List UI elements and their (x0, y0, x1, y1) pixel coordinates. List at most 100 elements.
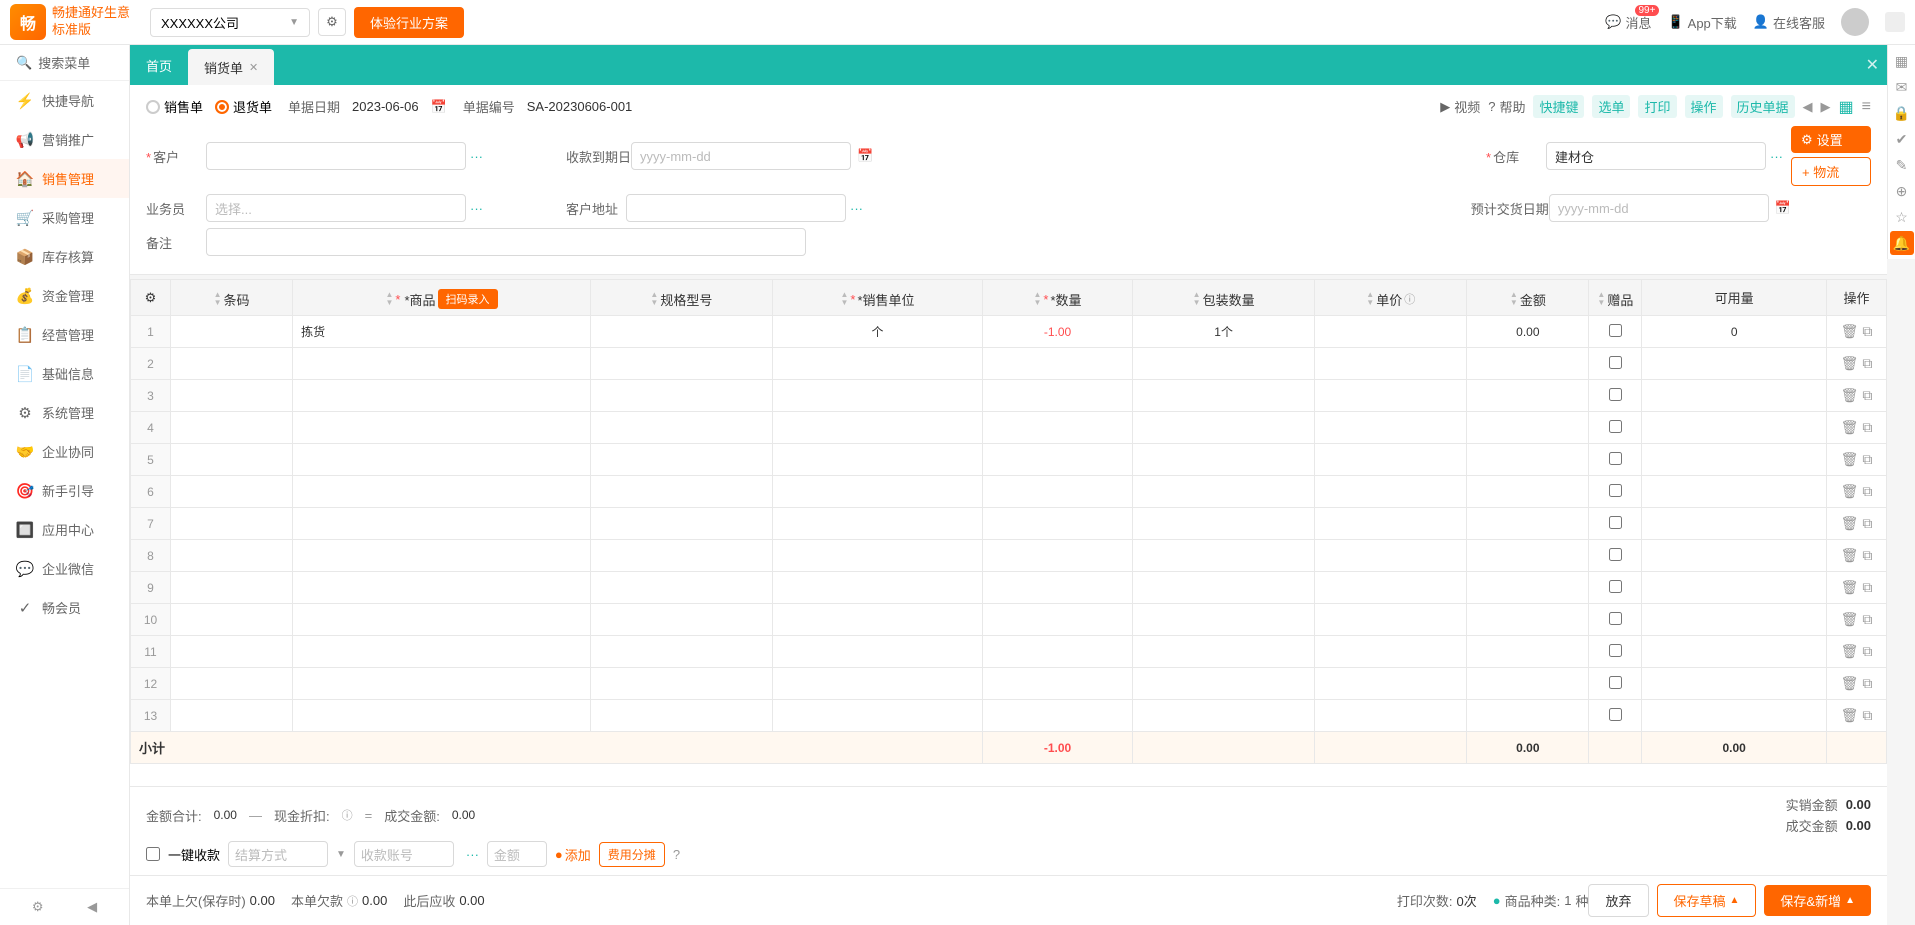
delete-row-icon[interactable]: 🗑 (1841, 515, 1859, 532)
qty-sort-icon[interactable]: ▲▼ (1034, 291, 1042, 307)
unit-sort-icon[interactable]: ▲▼ (840, 291, 848, 307)
row-spec[interactable] (590, 316, 772, 348)
price-help-icon[interactable]: ⓘ (1404, 291, 1415, 307)
row-amount[interactable] (1467, 700, 1589, 732)
radio-sales[interactable]: 销售单 (146, 97, 203, 116)
row-pkg-qty[interactable] (1133, 636, 1315, 668)
sidebar-item-system[interactable]: ⚙ 系统管理 (0, 393, 129, 432)
discard-button[interactable]: 放弃 (1588, 884, 1648, 917)
expense-split-button[interactable]: 费用分摊 (599, 842, 665, 867)
row-price[interactable] (1315, 412, 1467, 444)
row-gift[interactable] (1589, 604, 1642, 636)
customer-more-icon[interactable]: ··· (470, 149, 483, 164)
copy-row-icon[interactable]: ⧉ (1862, 707, 1872, 724)
row-amount[interactable] (1467, 508, 1589, 540)
delete-row-icon[interactable]: 🗑 (1841, 387, 1859, 404)
row-barcode[interactable] (171, 540, 293, 572)
row-unit[interactable] (772, 348, 982, 380)
right-icon-grid[interactable]: ▦ (1890, 49, 1914, 73)
sidebar-collapse-icon[interactable]: ◀ (87, 899, 97, 915)
warehouse-input[interactable]: 建材仓 (1546, 142, 1766, 170)
row-price[interactable] (1315, 444, 1467, 476)
sidebar-item-sales[interactable]: 🏠 销售管理 (0, 159, 129, 198)
due-date-input[interactable]: yyyy-mm-dd (631, 142, 851, 170)
row-product[interactable] (293, 444, 591, 476)
sidebar-item-member[interactable]: ✓ 畅会员 (0, 588, 129, 627)
sidebar-item-finance[interactable]: 💰 资金管理 (0, 276, 129, 315)
row-product[interactable]: 拣货 (293, 316, 591, 348)
row-barcode[interactable] (171, 636, 293, 668)
row-pkg-qty[interactable] (1133, 572, 1315, 604)
barcode-sort-icon[interactable]: ▲▼ (214, 291, 222, 307)
row-amount[interactable] (1467, 572, 1589, 604)
row-spec[interactable] (590, 348, 772, 380)
row-quantity[interactable]: -1.00 (983, 316, 1133, 348)
settings-button[interactable]: ⚙ (318, 8, 346, 36)
user-avatar-extra[interactable] (1885, 12, 1905, 32)
row-quantity[interactable] (983, 412, 1133, 444)
notes-input[interactable] (206, 228, 806, 256)
amount-sort-icon[interactable]: ▲▼ (1510, 291, 1518, 307)
row-unit[interactable] (772, 572, 982, 604)
row-pkg-qty[interactable] (1133, 508, 1315, 540)
row-spec[interactable] (590, 668, 772, 700)
row-quantity[interactable] (983, 508, 1133, 540)
add-payment-button[interactable]: ● 添加 (555, 845, 591, 864)
sidebar-item-basic[interactable]: 📄 基础信息 (0, 354, 129, 393)
delete-row-icon[interactable]: 🗑 (1841, 323, 1859, 340)
row-gift[interactable] (1589, 572, 1642, 604)
row-product[interactable] (293, 380, 591, 412)
row-price[interactable] (1315, 508, 1467, 540)
user-avatar[interactable] (1841, 8, 1869, 36)
row-product[interactable] (293, 604, 591, 636)
product-sort-icon[interactable]: ▲▼ (385, 291, 393, 307)
row-product[interactable] (293, 348, 591, 380)
right-icon-edit[interactable]: ✎ (1890, 153, 1914, 177)
sidebar-item-enterprise[interactable]: 🤝 企业协同 (0, 432, 129, 471)
row-product[interactable] (293, 572, 591, 604)
row-unit[interactable] (772, 668, 982, 700)
row-gift[interactable] (1589, 476, 1642, 508)
delete-row-icon[interactable]: 🗑 (1841, 707, 1859, 724)
sidebar-item-wechat[interactable]: 💬 企业微信 (0, 549, 129, 588)
row-unit[interactable] (772, 476, 982, 508)
row-price[interactable] (1315, 348, 1467, 380)
row-gift[interactable] (1589, 316, 1642, 348)
salesperson-input[interactable]: 选择... (206, 194, 466, 222)
row-unit[interactable] (772, 444, 982, 476)
pkgqty-sort-icon[interactable]: ▲▼ (1193, 291, 1201, 307)
tab-home[interactable]: 首页 (130, 45, 188, 85)
sidebar-item-apps[interactable]: 🔲 应用中心 (0, 510, 129, 549)
sidebar-item-marketing[interactable]: 📢 营销推广 (0, 120, 129, 159)
row-spec[interactable] (590, 604, 772, 636)
row-pkg-qty[interactable] (1133, 540, 1315, 572)
row-quantity[interactable] (983, 476, 1133, 508)
copy-row-icon[interactable]: ⧉ (1862, 547, 1872, 564)
calendar-icon[interactable]: 📅 (431, 99, 447, 115)
row-product[interactable] (293, 540, 591, 572)
row-unit[interactable] (772, 380, 982, 412)
copy-row-icon[interactable]: ⧉ (1862, 355, 1872, 372)
row-barcode[interactable] (171, 412, 293, 444)
row-product[interactable] (293, 476, 591, 508)
logistics-button[interactable]: + 物流 (1791, 157, 1871, 186)
chevron-calc-icon[interactable]: ▼ (336, 849, 346, 860)
row-price[interactable] (1315, 572, 1467, 604)
sidebar-item-operations[interactable]: 📋 经营管理 (0, 315, 129, 354)
row-gift[interactable] (1589, 508, 1642, 540)
save-new-button[interactable]: 保存&新增 ▲ (1764, 885, 1871, 916)
row-amount[interactable] (1467, 668, 1589, 700)
row-amount[interactable]: 0.00 (1467, 316, 1589, 348)
row-product[interactable] (293, 636, 591, 668)
row-barcode[interactable] (171, 508, 293, 540)
video-btn[interactable]: ▶ 视频 (1440, 97, 1480, 116)
row-product[interactable] (293, 700, 591, 732)
delete-row-icon[interactable]: 🗑 (1841, 547, 1859, 564)
row-amount[interactable] (1467, 636, 1589, 668)
operation-btn[interactable]: 操作 (1685, 95, 1723, 118)
delete-row-icon[interactable]: 🗑 (1841, 579, 1859, 596)
row-spec[interactable] (590, 476, 772, 508)
row-unit[interactable]: 个 (772, 316, 982, 348)
copy-row-icon[interactable]: ⧉ (1862, 515, 1872, 532)
row-price[interactable] (1315, 380, 1467, 412)
